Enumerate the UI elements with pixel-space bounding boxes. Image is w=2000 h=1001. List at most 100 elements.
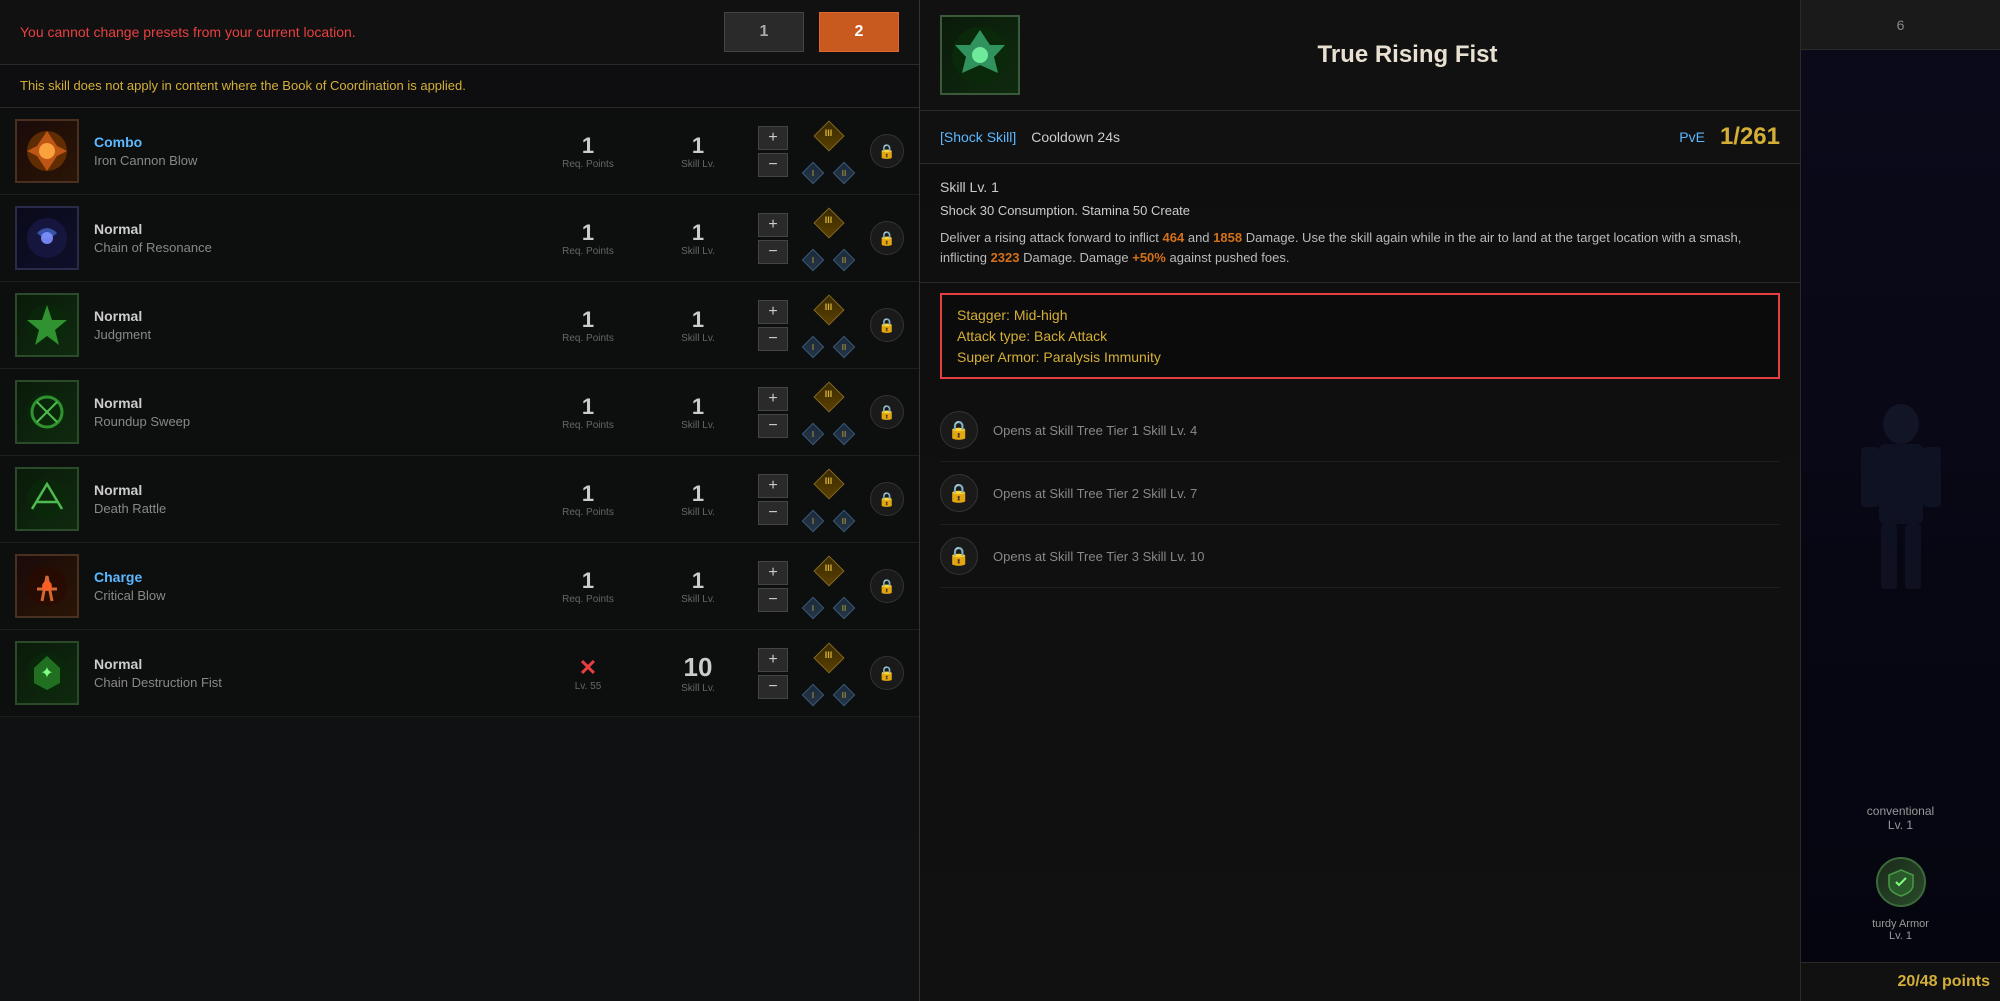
- level-label: Skill Lv.: [681, 594, 715, 605]
- minus-btn[interactable]: −: [758, 327, 788, 351]
- points-value: 1: [582, 220, 594, 246]
- skill-row[interactable]: ✦ Normal Chain Destruction Fist ✕ Lv. 55…: [0, 630, 919, 717]
- skill-row[interactable]: Combo Iron Cannon Blow 1 Req. Points 1 S…: [0, 108, 919, 195]
- skill-level-section: 1 Skill Lv.: [653, 568, 743, 605]
- character-silhouette: [1851, 399, 1951, 613]
- points-label: Req. Points: [562, 333, 614, 344]
- plus-minus: + −: [758, 213, 788, 264]
- plus-btn[interactable]: +: [758, 126, 788, 150]
- skills-scroll[interactable]: Combo Iron Cannon Blow 1 Req. Points 1 S…: [0, 108, 919, 1001]
- level-value: 1: [692, 220, 704, 246]
- book-notice: This skill does not apply in content whe…: [0, 65, 919, 108]
- minus-btn[interactable]: −: [758, 153, 788, 177]
- level-value: 1: [692, 133, 704, 159]
- skill-row[interactable]: Normal Roundup Sweep 1 Req. Points 1 Ski…: [0, 369, 919, 456]
- level-label: Skill Lv.: [681, 246, 715, 257]
- tree-lock-icon: 🔒: [940, 537, 978, 575]
- points-value: ✕: [579, 655, 597, 681]
- plus-btn[interactable]: +: [758, 648, 788, 672]
- plus-btn[interactable]: +: [758, 561, 788, 585]
- svg-text:✦: ✦: [40, 665, 53, 682]
- points-display: 1/261: [1720, 123, 1780, 151]
- minus-btn[interactable]: −: [758, 501, 788, 525]
- plus-btn[interactable]: +: [758, 300, 788, 324]
- skill-points-section: 1 Req. Points: [543, 220, 633, 257]
- far-right-panel: 6 conventionalLv. 1 turdy ArmorLv. 1 20/…: [1800, 0, 2000, 1001]
- lock-icon: 🔒: [870, 569, 904, 603]
- skill-tree-item-1: 🔒 Opens at Skill Tree Tier 1 Skill Lv. 4: [940, 399, 1780, 462]
- skill-icon-chain-resonance: [15, 206, 79, 270]
- skill-level-section: 1 Skill Lv.: [653, 220, 743, 257]
- skill-points-section: 1 Req. Points: [543, 133, 633, 170]
- skill-name: Death Rattle: [94, 501, 543, 516]
- minus-btn[interactable]: −: [758, 414, 788, 438]
- level-value: 1: [692, 481, 704, 507]
- points-value: 1: [582, 481, 594, 507]
- rune-row: I II: [800, 682, 857, 708]
- skill-name: Chain of Resonance: [94, 240, 543, 255]
- skill-info-judgment: Normal Judgment: [94, 308, 543, 342]
- desc-part5: against pushed foes.: [1166, 250, 1290, 265]
- desc-part1: Deliver a rising attack forward to infli…: [940, 230, 1163, 245]
- skill-row[interactable]: Normal Death Rattle 1 Req. Points 1 Skil…: [0, 456, 919, 543]
- tree-lock-icon: 🔒: [940, 411, 978, 449]
- character-display: conventionalLv. 1 turdy ArmorLv. 1: [1801, 50, 2000, 962]
- stagger-box: Stagger: Mid-high Attack type: Back Atta…: [940, 293, 1780, 379]
- skill-type: Normal: [94, 482, 543, 498]
- dmg3: 2323: [991, 250, 1020, 265]
- plus-btn[interactable]: +: [758, 387, 788, 411]
- rune-container: III I II: [800, 464, 857, 534]
- level-value: 1: [692, 568, 704, 594]
- bottom-points-text: 20/48 points: [1898, 973, 1990, 990]
- tree-lock-icon: 🔒: [940, 474, 978, 512]
- skill-points-section: 1 Req. Points: [543, 481, 633, 518]
- level-value: 1: [692, 307, 704, 333]
- skill-type: Combo: [94, 134, 543, 150]
- tree-text-3: Opens at Skill Tree Tier 3 Skill Lv. 10: [993, 549, 1204, 564]
- rune-row: I II: [800, 595, 857, 621]
- skill-type: Normal: [94, 656, 543, 672]
- points-label: Req. Points: [562, 159, 614, 170]
- skill-type: Normal: [94, 395, 543, 411]
- minus-btn[interactable]: −: [758, 675, 788, 699]
- plus-btn[interactable]: +: [758, 474, 788, 498]
- preset-warning: You cannot change presets from your curr…: [20, 24, 709, 40]
- rune-container: III I II: [800, 377, 857, 447]
- tree-text-2: Opens at Skill Tree Tier 2 Skill Lv. 7: [993, 486, 1197, 501]
- skill-tree-item-3: 🔒 Opens at Skill Tree Tier 3 Skill Lv. 1…: [940, 525, 1780, 588]
- rune-row: I II: [800, 160, 857, 186]
- rune-row: I II: [800, 508, 857, 534]
- preset-btn-2[interactable]: 2: [819, 12, 899, 52]
- skill-icon-judgment: [15, 293, 79, 357]
- level-label: Skill Lv.: [681, 507, 715, 518]
- top-right-btn[interactable]: 6: [1801, 0, 2000, 50]
- rune-container: III I II: [800, 551, 857, 621]
- preset-bar: You cannot change presets from your curr…: [0, 0, 919, 65]
- skill-icon-iron-cannon: [15, 119, 79, 183]
- skill-info-chain-resonance: Normal Chain of Resonance: [94, 221, 543, 255]
- sturdy-armor-label: turdy ArmorLv. 1: [1872, 918, 1929, 942]
- skill-points-section: 1 Req. Points: [543, 568, 633, 605]
- skill-row[interactable]: Charge Critical Blow 1 Req. Points 1 Ski…: [0, 543, 919, 630]
- rune-row: I II: [800, 247, 857, 273]
- tree-text-1: Opens at Skill Tree Tier 1 Skill Lv. 4: [993, 423, 1197, 438]
- lock-icon: 🔒: [870, 395, 904, 429]
- skill-tree-section: 🔒 Opens at Skill Tree Tier 1 Skill Lv. 4…: [920, 389, 1800, 1001]
- minus-btn[interactable]: −: [758, 240, 788, 264]
- skill-icon-death-rattle: [15, 467, 79, 531]
- skill-row[interactable]: Normal Judgment 1 Req. Points 1 Skill Lv…: [0, 282, 919, 369]
- book-notice-text: This skill does not apply in content whe…: [20, 78, 466, 93]
- skill-description: Skill Lv. 1 Shock 30 Consumption. Stamin…: [920, 164, 1800, 283]
- preset-btn-1[interactable]: 1: [724, 12, 804, 52]
- skill-consumption: Shock 30 Consumption. Stamina 50 Create: [940, 203, 1780, 218]
- points-label: Req. Points: [562, 246, 614, 257]
- skill-row[interactable]: Normal Chain of Resonance 1 Req. Points …: [0, 195, 919, 282]
- skill-type: Normal: [94, 308, 543, 324]
- skill-level-section: 1 Skill Lv.: [653, 307, 743, 344]
- skill-icon-chain-destruction: ✦: [15, 641, 79, 705]
- minus-btn[interactable]: −: [758, 588, 788, 612]
- points-value: 1: [582, 307, 594, 333]
- plus-btn[interactable]: +: [758, 213, 788, 237]
- super-armor-line: Super Armor: Paralysis Immunity: [957, 349, 1763, 365]
- points-label: Lv. 55: [575, 681, 602, 692]
